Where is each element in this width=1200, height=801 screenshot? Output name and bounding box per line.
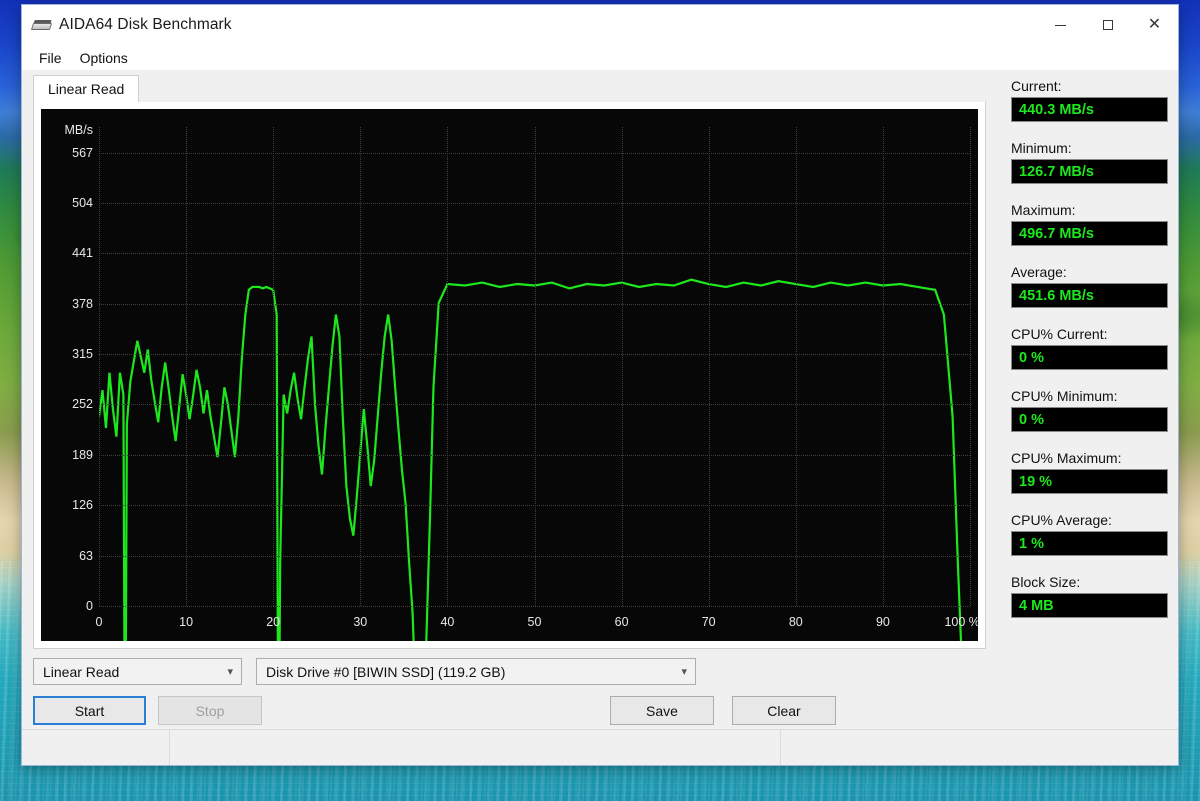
- maximize-button[interactable]: [1084, 5, 1131, 45]
- disk-drive-value: Disk Drive #0 [BIWIN SSD] (119.2 GB): [266, 663, 506, 680]
- save-button[interactable]: Save: [610, 696, 714, 725]
- menu-bar: File Options: [22, 45, 1178, 70]
- y-axis-tick-label: 567: [72, 145, 93, 160]
- close-icon: ✕: [1147, 16, 1162, 33]
- read-speed-series: [99, 127, 970, 641]
- stat-label: CPU% Minimum:: [1011, 388, 1118, 404]
- minimize-icon: [1055, 24, 1066, 26]
- stat-label: Block Size:: [1011, 574, 1081, 590]
- stat-value: 126.7 MB/s: [1011, 159, 1168, 184]
- benchmark-chart: MB/s 06:10 56750444137831525218912663001…: [41, 109, 978, 641]
- title-bar: AIDA64 Disk Benchmark ✕: [22, 5, 1178, 45]
- x-axis-tick-label: 100 %: [944, 615, 978, 629]
- chevron-down-icon: ▾: [227, 666, 233, 678]
- plot-area: [99, 127, 971, 606]
- x-axis-tick-label: 60: [614, 615, 629, 629]
- stat-block: CPU% Average: 1 %: [1011, 512, 1168, 556]
- status-cell-2: [170, 730, 780, 765]
- aida64-disk-benchmark-window: AIDA64 Disk Benchmark ✕ File Options Lin…: [21, 4, 1179, 766]
- start-button[interactable]: Start: [33, 696, 146, 725]
- stat-label: CPU% Current:: [1011, 326, 1108, 342]
- stat-block: Block Size: 4 MB: [1011, 574, 1168, 618]
- stat-value: 4 MB: [1011, 593, 1168, 618]
- menu-item-options[interactable]: Options: [71, 48, 137, 68]
- y-axis-tick-label: 0: [86, 599, 93, 613]
- y-axis-tick-label: 441: [72, 246, 93, 261]
- x-axis-tick-label: 20: [266, 615, 281, 629]
- left-pane: Linear Read MB/s 06:10 56750444137831525…: [22, 70, 997, 729]
- button-row: Start Stop Save Clear: [33, 696, 997, 725]
- stat-block: CPU% Minimum: 0 %: [1011, 388, 1168, 432]
- y-axis-tick-label: 252: [72, 397, 93, 412]
- stat-label: Current:: [1011, 78, 1062, 94]
- stat-label: CPU% Average:: [1011, 512, 1112, 528]
- status-cell-3: [781, 730, 1178, 765]
- window-body: Linear Read MB/s 06:10 56750444137831525…: [22, 70, 1178, 729]
- stat-value: 1 %: [1011, 531, 1168, 556]
- x-axis-tick-label: 30: [353, 615, 368, 629]
- x-axis-tick-label: 80: [788, 615, 803, 629]
- y-axis-title: MB/s: [64, 123, 93, 137]
- chart-panel: MB/s 06:10 56750444137831525218912663001…: [33, 102, 986, 649]
- stat-block: Current: 440.3 MB/s: [1011, 78, 1168, 122]
- x-axis-tick-label: 10: [179, 615, 194, 629]
- stat-value: 440.3 MB/s: [1011, 97, 1168, 122]
- x-axis-tick-label: 70: [701, 615, 716, 629]
- window-controls: ✕: [1037, 5, 1178, 45]
- stat-block: Minimum: 126.7 MB/s: [1011, 140, 1168, 184]
- disk-icon: [30, 14, 53, 36]
- y-axis-tick-label: 63: [79, 548, 93, 563]
- stat-value: 19 %: [1011, 469, 1168, 494]
- y-axis-tick-label: 504: [72, 195, 93, 210]
- statistics-panel: Current: 440.3 MB/s Minimum: 126.7 MB/s Maxi…: [997, 70, 1178, 729]
- x-axis-tick-label: 0: [95, 615, 103, 629]
- close-button[interactable]: ✕: [1131, 5, 1178, 45]
- y-axis-tick-label: 315: [72, 347, 93, 362]
- y-axis-tick-label: 189: [72, 447, 93, 462]
- stat-label: Minimum:: [1011, 140, 1072, 156]
- y-axis-tick-label: 378: [72, 296, 93, 311]
- stat-label: Average:: [1011, 264, 1067, 280]
- tab-strip: Linear Read: [33, 75, 997, 102]
- stat-value: 496.7 MB/s: [1011, 221, 1168, 246]
- stat-block: CPU% Maximum: 19 %: [1011, 450, 1168, 494]
- status-cell-1: [22, 730, 169, 765]
- stat-label: CPU% Maximum:: [1011, 450, 1122, 466]
- maximize-icon: [1102, 20, 1113, 30]
- stat-value: 0 %: [1011, 345, 1168, 370]
- menu-item-file[interactable]: File: [30, 48, 71, 68]
- tab-linear-read[interactable]: Linear Read: [33, 75, 140, 102]
- x-axis-tick-label: 90: [875, 615, 890, 629]
- stat-block: Average: 451.6 MB/s: [1011, 264, 1168, 308]
- clear-button[interactable]: Clear: [732, 696, 836, 725]
- stat-label: Maximum:: [1011, 202, 1076, 218]
- stop-button[interactable]: Stop: [158, 696, 262, 725]
- stat-block: Maximum: 496.7 MB/s: [1011, 202, 1168, 246]
- benchmark-mode-select[interactable]: Linear Read ▾: [33, 658, 242, 685]
- chevron-down-icon: ▾: [681, 666, 687, 678]
- grid-line-vertical: [970, 127, 971, 606]
- x-axis-tick-label: 40: [440, 615, 455, 629]
- stat-block: CPU% Current: 0 %: [1011, 326, 1168, 370]
- y-axis-tick-label: 126: [72, 498, 93, 513]
- status-bar: [22, 729, 1178, 765]
- x-axis-tick-label: 50: [527, 615, 542, 629]
- minimize-button[interactable]: [1037, 5, 1084, 45]
- benchmark-mode-value: Linear Read: [43, 663, 120, 680]
- select-row: Linear Read ▾ Disk Drive #0 [BIWIN SSD] …: [33, 658, 997, 685]
- stat-value: 451.6 MB/s: [1011, 283, 1168, 308]
- controls-area: Linear Read ▾ Disk Drive #0 [BIWIN SSD] …: [33, 658, 997, 725]
- window-title: AIDA64 Disk Benchmark: [59, 16, 232, 33]
- stat-value: 0 %: [1011, 407, 1168, 432]
- disk-drive-select[interactable]: Disk Drive #0 [BIWIN SSD] (119.2 GB) ▾: [256, 658, 696, 685]
